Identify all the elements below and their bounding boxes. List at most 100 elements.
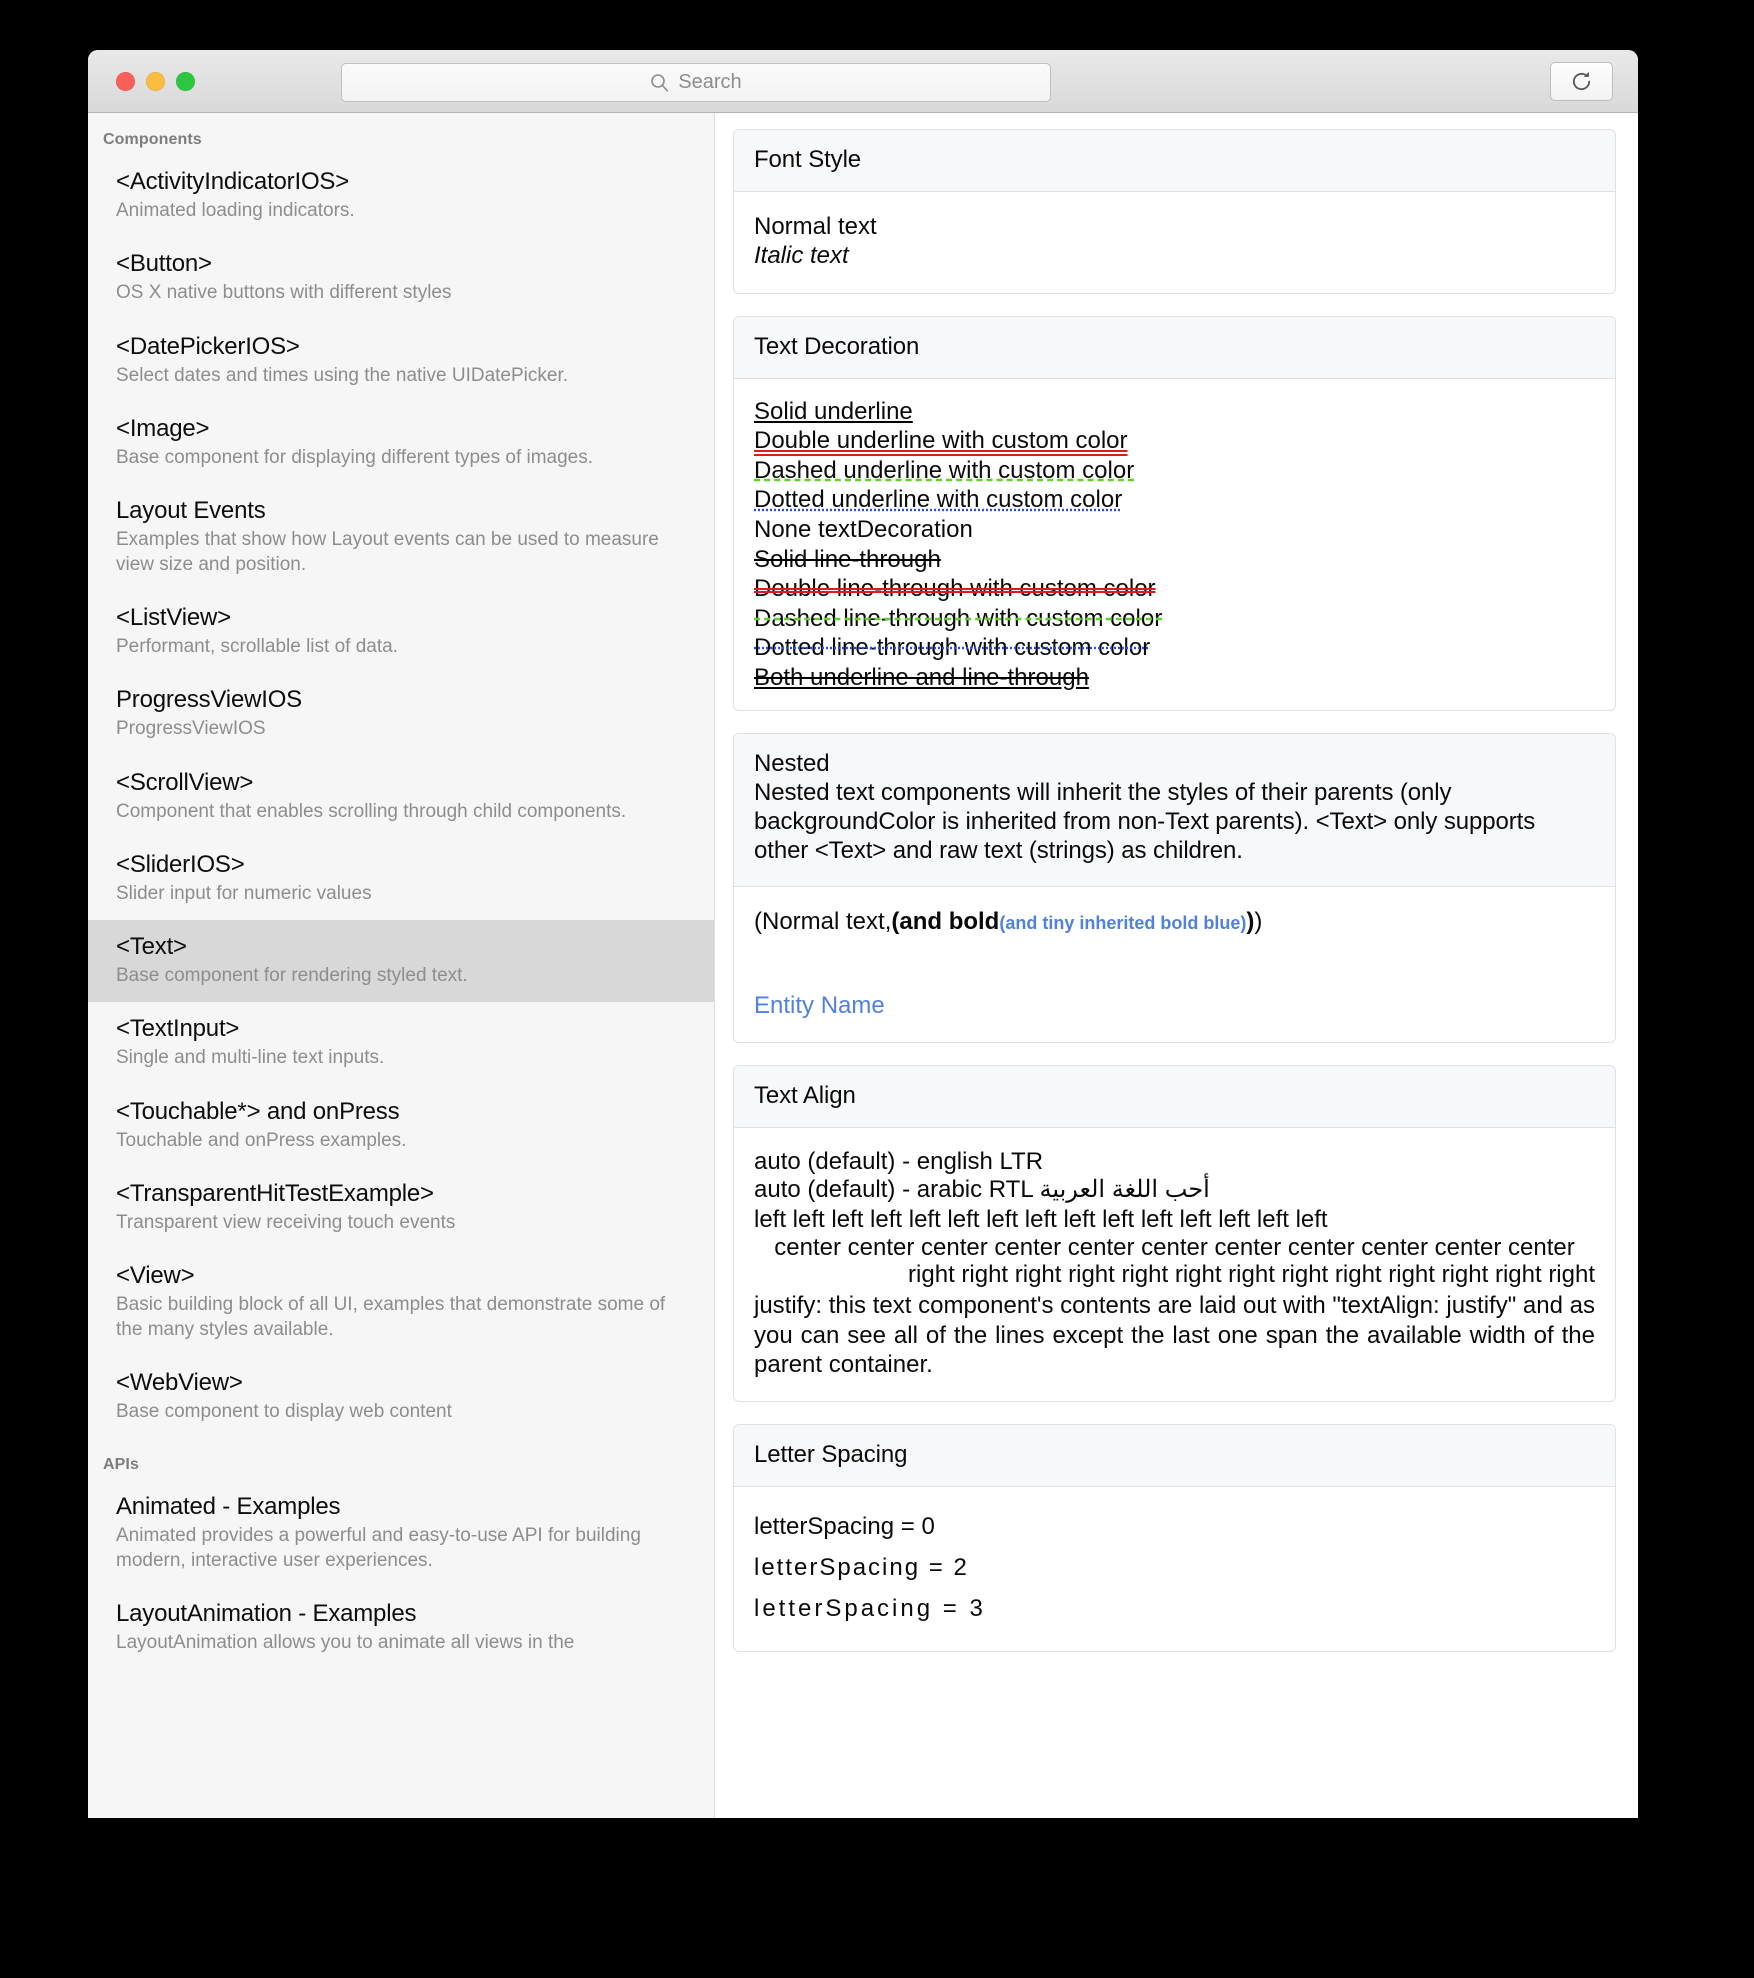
sidebar-item-description: ProgressViewIOS — [116, 718, 266, 740]
card-letter-spacing-header: Letter Spacing — [734, 1425, 1615, 1488]
letter-spacing-0: letterSpacing = 0 — [754, 1513, 935, 1541]
letter-spacing-3: letterSpacing = 3 — [754, 1594, 986, 1622]
card-text-decoration: Text Decoration Solid underline Double u… — [733, 315, 1616, 712]
sidebar-item-description: Examples that show how Layout events can… — [116, 529, 659, 575]
sidebar-item-text[interactable]: <Text> Base component for rendering style… — [88, 920, 714, 1003]
card-text-decoration-header: Text Decoration — [734, 316, 1615, 379]
sidebar-item-datepickerios[interactable]: <DatePickerIOS> Select dates and times us… — [88, 320, 714, 402]
sidebar-item-title: <ActivityIndicatorIOS> — [116, 168, 350, 195]
sidebar-item-button[interactable]: <Button> OS X native buttons with differe… — [88, 237, 714, 319]
sidebar-item-layout-events[interactable]: Layout Events Examples that show how Layo… — [88, 484, 714, 591]
sidebar-item-description: Slider input for numeric values — [116, 882, 372, 904]
app-window: Search Components <ActivityIndicatorIOS> A… — [88, 50, 1638, 1818]
sidebar-item-listview[interactable]: <ListView> Performant, scrollable list of… — [88, 591, 714, 673]
sidebar-item-title: <ListView> — [116, 603, 231, 631]
sidebar-item-sliderios[interactable]: <SliderIOS> Slider input for numeric valu… — [88, 838, 714, 920]
text-align-auto-ltr: auto (default) - english LTR — [754, 1148, 1044, 1176]
card-nested-body: (Normal text,(and bold(and tiny inherite… — [734, 887, 1615, 1042]
text-align-justify: justify: this text component's contents … — [754, 1292, 1595, 1378]
zoom-window-button[interactable] — [176, 72, 195, 91]
deco-dashed-linethrough: Dashed line-through with custom color — [754, 604, 1163, 632]
card-text-align-body: auto (default) - english LTR auto (defau… — [734, 1128, 1615, 1401]
sidebar-item-image[interactable]: <Image> Base component for displaying dif… — [88, 402, 714, 484]
sidebar-item-title: <WebView> — [116, 1369, 243, 1396]
text-align-center: center center center center center cente… — [774, 1233, 1575, 1261]
sidebar-item-title: <Image> — [116, 414, 210, 442]
font-style-italic-text: Italic text — [754, 242, 849, 270]
sidebar-item-textinput[interactable]: <TextInput> Single and multi-line text in… — [88, 1002, 714, 1084]
text-align-left: left left left left left left left left … — [754, 1205, 1328, 1233]
close-window-button[interactable] — [116, 72, 135, 91]
sidebar-item-animated-examples[interactable]: Animated - Examples Animated provides a p… — [88, 1480, 714, 1587]
deco-double-underline: Double underline with custom color — [754, 427, 1128, 455]
sidebar-item-title: LayoutAnimation - Examples — [116, 1599, 417, 1627]
search-field[interactable]: Search — [341, 63, 1051, 102]
sidebar-item-title: Layout Events — [116, 497, 266, 525]
traffic-light-group — [116, 72, 195, 91]
sidebar-item-title: <TransparentHitTestExample> — [116, 1180, 434, 1208]
example-content-pane: Font Style Normal text Italic text Text … — [715, 113, 1638, 1818]
sidebar-item-title: <DatePickerIOS> — [116, 332, 300, 360]
text-align-right: right right right right right right righ… — [908, 1261, 1595, 1289]
card-font-style-body: Normal text Italic text — [734, 192, 1615, 293]
sidebar-item-description: Performant, scrollable list of data. — [116, 635, 398, 657]
sidebar-item-description: Component that enables scrolling through… — [116, 800, 627, 822]
deco-dotted-underline: Dotted underline with custom color — [754, 486, 1123, 514]
sidebar-item-view[interactable]: <View> Basic building block of all UI, ex… — [88, 1249, 714, 1356]
sidebar-item-description: Transparent view receiving touch events — [116, 1212, 456, 1234]
sidebar-item-description: OS X native buttons with different style… — [116, 282, 452, 304]
sidebar-item-title: <ScrollView> — [116, 768, 254, 796]
reload-icon — [1572, 71, 1591, 91]
sidebar-item-description: Base component for displaying different … — [116, 446, 594, 468]
sidebar-item-layoutanimation-examples[interactable]: LayoutAnimation - Examples LayoutAnimatio… — [88, 1587, 714, 1669]
sidebar-item-transparenthittestexample[interactable]: <TransparentHitTestExample> Transparent v… — [88, 1167, 714, 1249]
minimize-window-button[interactable] — [146, 72, 165, 91]
nested-final-paren: ) — [1254, 907, 1263, 935]
card-nested-description: Nested text components will inherit the … — [754, 779, 1536, 865]
sidebar-item-title: <Touchable*> and onPress — [116, 1097, 400, 1125]
deco-dotted-linethrough: Dotted line-through with custom color — [754, 634, 1151, 662]
nested-example-line: (Normal text,(and bold(and tiny inherite… — [754, 907, 1595, 936]
card-nested: Nested Nested text components will inher… — [733, 733, 1616, 1044]
card-text-align: Text Align auto (default) - english LTR … — [733, 1065, 1616, 1403]
sidebar-item-title: ProgressViewIOS — [116, 686, 302, 714]
sidebar-item-title: Animated - Examples — [116, 1493, 341, 1521]
sidebar-item-webview[interactable]: <WebView> Base component to display web c… — [88, 1356, 714, 1438]
sidebar-item-activityindicatorios[interactable]: <ActivityIndicatorIOS> Animated loading i… — [88, 155, 714, 237]
components-sidebar[interactable]: Components <ActivityIndicatorIOS> Animated… — [88, 113, 715, 1818]
text-align-auto-rtl: auto (default) - arabic RTL أحب اللغة ال… — [754, 1175, 1210, 1203]
deco-none: None textDecoration — [754, 515, 973, 543]
sidebar-item-title: <SliderIOS> — [116, 850, 245, 878]
nested-normal-part: (Normal text, — [754, 907, 892, 935]
search-icon — [651, 74, 669, 92]
entity-name-link[interactable]: Entity Name — [754, 992, 885, 1020]
deco-both-underline-linethrough: Both underline and line-through — [754, 663, 1089, 691]
letter-spacing-2: letterSpacing = 2 — [754, 1553, 969, 1581]
nested-tiny-blue-part: (and tiny inherited bold blue) — [999, 912, 1247, 933]
sidebar-group-header: Components — [103, 131, 202, 148]
sidebar-item-title: <Button> — [116, 250, 212, 278]
sidebar-item-description: LayoutAnimation allows you to animate al… — [116, 1631, 575, 1653]
sidebar-item-description: Touchable and onPress examples. — [116, 1129, 407, 1151]
window-titlebar: Search — [88, 50, 1638, 113]
sidebar-item-description: Select dates and times using the native … — [116, 364, 569, 386]
sidebar-item-title: <View> — [116, 1262, 195, 1290]
sidebar-item-description: Animated loading indicators. — [116, 200, 355, 221]
font-style-normal-text: Normal text — [754, 213, 877, 240]
card-font-style: Font Style Normal text Italic text — [733, 129, 1616, 294]
sidebar-item-description: Basic building block of all UI, examples… — [116, 1294, 666, 1340]
card-font-style-header: Font Style — [734, 130, 1615, 192]
sidebar-item-description: Single and multi-line text inputs. — [116, 1047, 385, 1069]
card-letter-spacing: Letter Spacing letterSpacing = 0 letterS… — [733, 1424, 1616, 1653]
sidebar-item-title: <TextInput> — [116, 1015, 240, 1043]
card-nested-header: Nested Nested text components will inher… — [734, 734, 1615, 887]
deco-solid-linethrough: Solid line-through — [754, 545, 941, 573]
deco-solid-underline: Solid underline — [754, 397, 913, 425]
search-placeholder-text: Search — [678, 71, 742, 93]
sidebar-item-progressviewios[interactable]: ProgressViewIOS ProgressViewIOS — [88, 673, 714, 755]
sidebar-item-touchable-and-onpress[interactable]: <Touchable*> and onPress Touchable and on… — [88, 1085, 714, 1167]
nested-bold-part: (and bold — [891, 907, 1000, 935]
sidebar-item-scrollview[interactable]: <ScrollView> Component that enables scrol… — [88, 756, 714, 838]
reload-button[interactable] — [1550, 62, 1613, 101]
deco-dashed-underline: Dashed underline with custom color — [754, 456, 1135, 484]
